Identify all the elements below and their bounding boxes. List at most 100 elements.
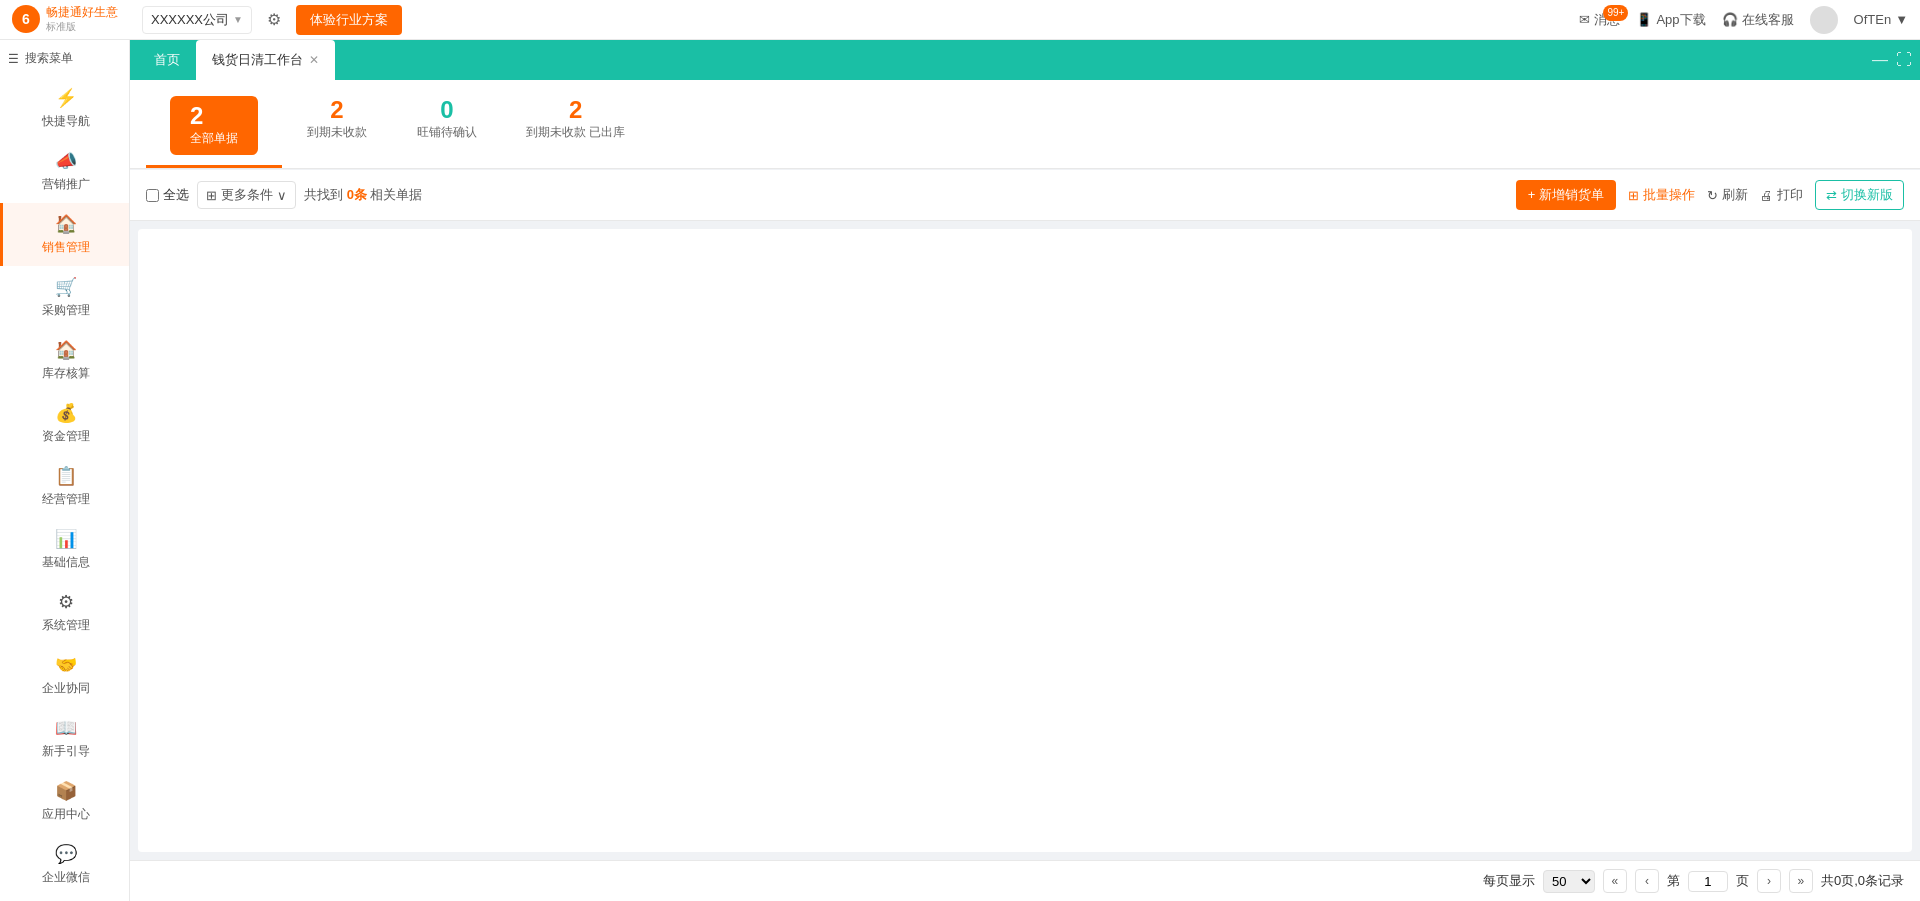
company-name: XXXXXX公司	[151, 11, 229, 29]
purchase-icon: 🛒	[55, 276, 77, 298]
sidebar-item-marketing[interactable]: 📣 营销推广	[0, 140, 129, 203]
messages-button[interactable]: ✉ 消息 99+	[1579, 11, 1620, 29]
tab-workbench[interactable]: 钱货日清工作台 ✕	[196, 40, 335, 80]
refresh-button[interactable]: ↻ 刷新	[1707, 186, 1748, 204]
switch-icon: ⇄	[1826, 188, 1837, 203]
tab-bar-actions: — ⛶	[1872, 51, 1912, 69]
sidebar-item-guide[interactable]: 📖 新手引导	[0, 707, 129, 770]
sidebar-item-purchase[interactable]: 🛒 采购管理	[0, 266, 129, 329]
operations-icon: 📋	[55, 465, 77, 487]
header-left: 6 畅捷通好生意 标准版 XXXXXX公司 ▼ ⚙ 体验行业方案	[12, 5, 402, 35]
settings-button[interactable]: ⚙	[260, 6, 288, 34]
sidebar-item-search-menu[interactable]: ☰ 搜索菜单	[0, 40, 129, 77]
search-icon: ☰	[8, 52, 19, 66]
sidebar-item-basic-info[interactable]: 📊 基础信息	[0, 518, 129, 581]
first-page-button[interactable]: «	[1603, 869, 1627, 893]
system-icon: ⚙	[58, 591, 74, 613]
toolbar: 全选 ⊞ 更多条件 ∨ 共找到 0条 相关单据 + 新增销货单	[130, 170, 1920, 221]
logo-sub: 标准版	[46, 20, 118, 34]
stat-tabs: 2 全部单据 2 到期未收款 0 旺铺待确认 2 到期未收款 已出库	[130, 80, 1920, 169]
lightning-icon: ⚡	[55, 87, 77, 109]
sidebar-item-sales[interactable]: 🏠 销售管理	[0, 203, 129, 266]
sidebar: ☰ 搜索菜单 ⚡ 快捷导航 📣 营销推广 🏠 销售管理 🛒 采购管理 🏠 库存核…	[0, 40, 130, 901]
per-page-label: 每页显示	[1483, 872, 1535, 890]
finance-icon: 💰	[55, 402, 77, 424]
total-info: 共0页,0条记录	[1821, 872, 1904, 890]
batch-operation-button[interactable]: ⊞ 批量操作	[1628, 186, 1695, 204]
overdue-shipped-label: 到期未收款 已出库	[526, 124, 625, 141]
sidebar-item-cooperation[interactable]: 🤝 企业协同	[0, 644, 129, 707]
page-suffix: 页	[1736, 872, 1749, 890]
last-page-button[interactable]: »	[1789, 869, 1813, 893]
maximize-icon[interactable]: ⛶	[1896, 51, 1912, 69]
table-area	[138, 229, 1912, 852]
message-badge: 99+	[1603, 5, 1628, 21]
result-count: 0条	[347, 187, 367, 202]
inventory-icon: 🏠	[55, 339, 77, 361]
wangpu-count: 0	[440, 96, 453, 124]
batch-icon: ⊞	[1628, 188, 1639, 203]
header-right: ✉ 消息 99+ 📱 App下载 🎧 在线客服 OfTEn ▼	[1579, 6, 1908, 34]
result-text: 共找到 0条 相关单据	[304, 186, 422, 204]
sidebar-item-member[interactable]: ◇ 畅会员	[0, 896, 129, 901]
online-service-button[interactable]: 🎧 在线客服	[1722, 11, 1794, 29]
basic-info-icon: 📊	[55, 528, 77, 550]
app-download-button[interactable]: 📱 App下载	[1636, 11, 1705, 29]
company-selector[interactable]: XXXXXX公司 ▼	[142, 6, 252, 34]
top-header: 6 畅捷通好生意 标准版 XXXXXX公司 ▼ ⚙ 体验行业方案 ✉ 消息 99…	[0, 0, 1920, 40]
main-layout: ☰ 搜索菜单 ⚡ 快捷导航 📣 营销推广 🏠 销售管理 🛒 采购管理 🏠 库存核…	[0, 40, 1920, 901]
all-label: 全部单据	[190, 130, 238, 147]
logo: 6 畅捷通好生意 标准版	[12, 5, 118, 33]
select-all-input[interactable]	[146, 189, 159, 202]
user-name[interactable]: OfTEn ▼	[1854, 12, 1908, 27]
sales-icon: 🏠	[55, 213, 77, 235]
prev-page-button[interactable]: ‹	[1635, 869, 1659, 893]
logo-icon: 6	[12, 5, 40, 33]
add-order-button[interactable]: + 新增销货单	[1516, 180, 1616, 210]
overdue-count: 2	[330, 96, 343, 124]
filter-button[interactable]: ⊞ 更多条件 ∨	[197, 181, 296, 209]
sidebar-item-finance[interactable]: 💰 资金管理	[0, 392, 129, 455]
stat-tab-wangpu[interactable]: 0 旺铺待确认	[392, 88, 502, 168]
stat-tab-overdue-shipped[interactable]: 2 到期未收款 已出库	[502, 88, 649, 168]
overdue-label: 到期未收款	[307, 124, 367, 141]
wangpu-label: 旺铺待确认	[417, 124, 477, 141]
marketing-icon: 📣	[55, 150, 77, 172]
gear-icon: ⚙	[267, 10, 281, 29]
tab-bar: 首页 钱货日清工作台 ✕ — ⛶	[130, 40, 1920, 80]
service-icon: 🎧	[1722, 12, 1738, 27]
workbench-tab-label: 钱货日清工作台	[212, 51, 303, 69]
per-page-select[interactable]: 50 100 200	[1543, 870, 1595, 893]
next-page-button[interactable]: ›	[1757, 869, 1781, 893]
page-input[interactable]	[1688, 871, 1728, 892]
logo-text: 畅捷通好生意	[46, 5, 118, 19]
download-icon: 📱	[1636, 12, 1652, 27]
tab-close-icon[interactable]: ✕	[309, 53, 319, 67]
stat-tab-all[interactable]: 2 全部单据	[146, 88, 282, 168]
filter-icon: ⊞	[206, 188, 217, 203]
trial-button[interactable]: 体验行业方案	[296, 5, 402, 35]
page-label: 第	[1667, 872, 1680, 890]
app-center-icon: 📦	[55, 780, 77, 802]
sidebar-item-quick-nav[interactable]: ⚡ 快捷导航	[0, 77, 129, 140]
content-area: 首页 钱货日清工作台 ✕ — ⛶ 2 全部单据	[130, 40, 1920, 901]
sidebar-item-app-center[interactable]: 📦 应用中心	[0, 770, 129, 833]
select-all-checkbox[interactable]: 全选	[146, 186, 189, 204]
cooperation-icon: 🤝	[55, 654, 77, 676]
tab-home[interactable]: 首页	[138, 40, 196, 80]
message-icon: ✉	[1579, 12, 1590, 27]
avatar[interactable]	[1810, 6, 1838, 34]
sidebar-item-inventory[interactable]: 🏠 库存核算	[0, 329, 129, 392]
print-icon: 🖨	[1760, 188, 1773, 203]
sidebar-item-wechat[interactable]: 💬 企业微信	[0, 833, 129, 896]
minimize-icon[interactable]: —	[1872, 51, 1888, 69]
print-button[interactable]: 🖨 打印	[1760, 186, 1803, 204]
user-chevron-icon: ▼	[1895, 12, 1908, 27]
toolbar-right: + 新增销货单 ⊞ 批量操作 ↻ 刷新 🖨 打印 ⇄	[1516, 180, 1904, 210]
sidebar-item-operations[interactable]: 📋 经营管理	[0, 455, 129, 518]
overdue-shipped-count: 2	[569, 96, 582, 124]
stat-tab-overdue[interactable]: 2 到期未收款	[282, 88, 392, 168]
sidebar-item-system[interactable]: ⚙ 系统管理	[0, 581, 129, 644]
switch-version-button[interactable]: ⇄ 切换新版	[1815, 180, 1904, 210]
wechat-icon: 💬	[55, 843, 77, 865]
